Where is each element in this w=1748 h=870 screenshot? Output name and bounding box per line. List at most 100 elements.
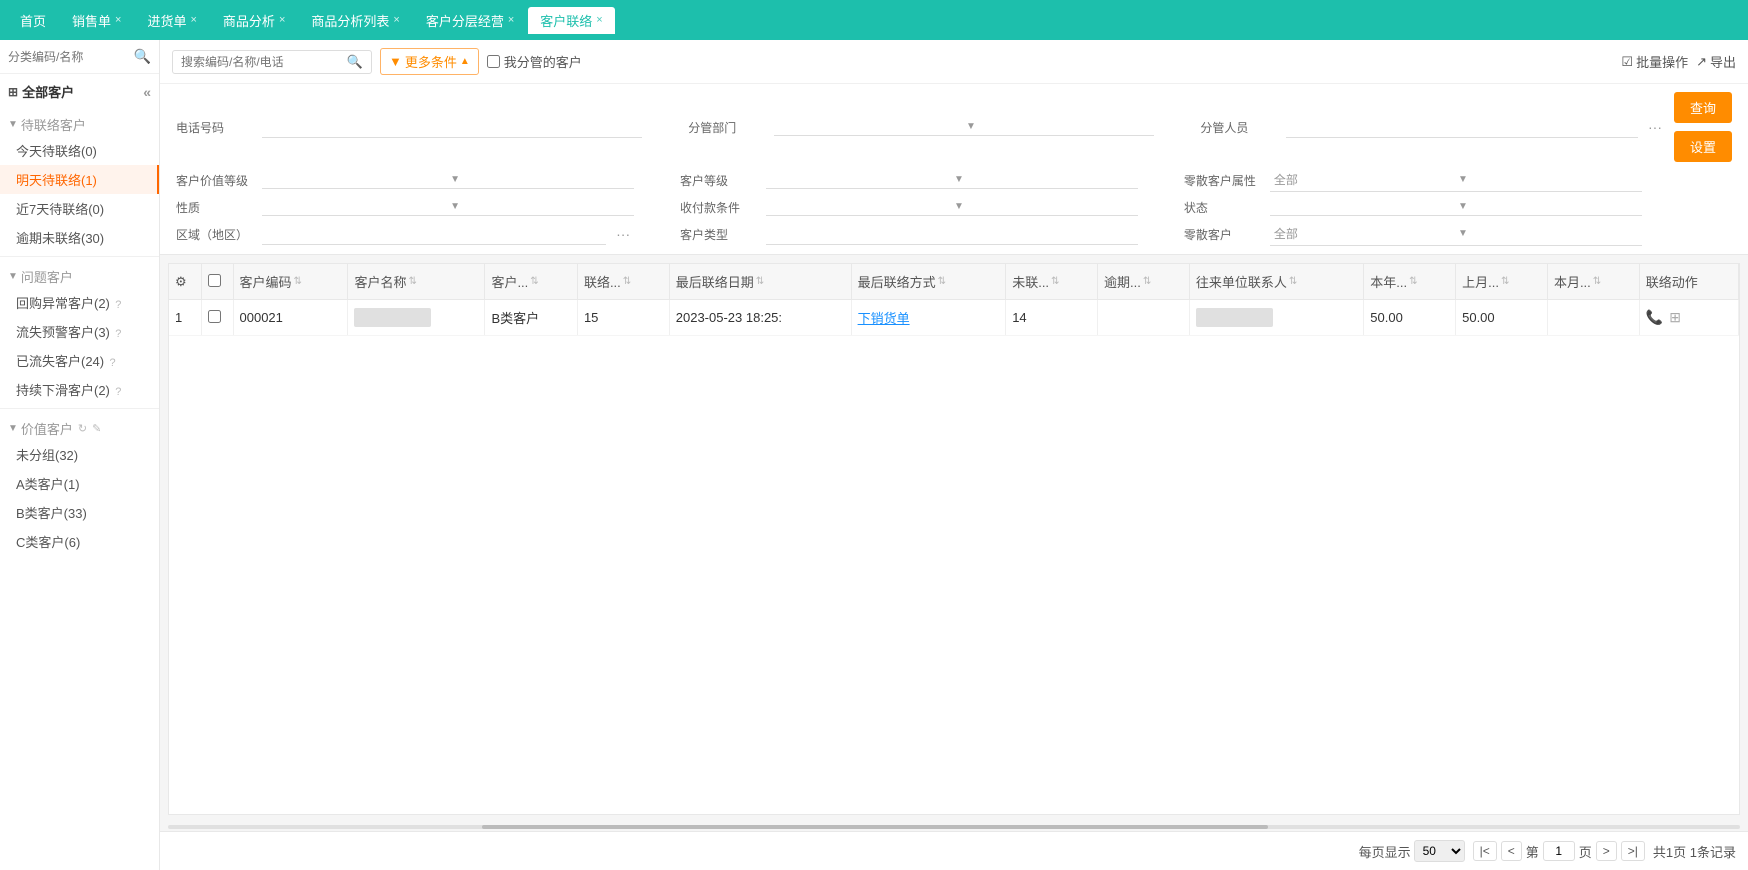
sidebar-item-already-lost[interactable]: 已流失客户(24) ? [0, 346, 159, 375]
close-customer-contact-icon[interactable]: × [596, 14, 602, 26]
pay-cond-chevron-icon: ▼ [954, 201, 1134, 212]
search-input[interactable] [181, 55, 343, 69]
sidebar-item-today-contact[interactable]: 今天待联络(0) [0, 136, 159, 165]
nav-purchase[interactable]: 进货单 × [135, 7, 208, 34]
table-footer: 每页显示 50 100 200 |< < 第 页 > >| 共1页 1条记录 [160, 831, 1748, 870]
close-goods-analysis-icon[interactable]: × [279, 14, 285, 26]
sort-last-contact-date[interactable]: 最后联络日期 ⇅ [676, 272, 764, 291]
sidebar-item-next7-contact[interactable]: 近7天待联络(0) [0, 194, 159, 223]
search-icon[interactable]: 🔍 [347, 54, 363, 70]
sort-date-icon: ⇅ [756, 276, 764, 287]
sort-contact-count[interactable]: 联络... ⇅ [584, 272, 631, 291]
all-customers-label: 全部客户 [22, 82, 74, 101]
sidebar: 🔍 ⊞ 全部客户 « ▼ 待联络客户 今天待联络(0) 明天待联络(1) 近7天… [0, 40, 160, 870]
value-level-chevron-icon: ▼ [450, 174, 630, 185]
td-overdue [1098, 300, 1190, 336]
nav-home[interactable]: 首页 [8, 7, 58, 34]
filter-panel: 电话号码 分管部门 ▼ 分管人员 ··· [160, 84, 1748, 255]
person-dots-icon[interactable]: ··· [1644, 119, 1666, 135]
status-select[interactable]: ▼ [1270, 198, 1642, 216]
action-icons: 📞 ⊞ [1646, 309, 1732, 326]
query-btn[interactable]: 查询 [1674, 92, 1732, 123]
my-customers-checkbox[interactable]: 我分管的客户 [487, 52, 582, 71]
row-checkbox[interactable] [208, 310, 221, 323]
pay-cond-select[interactable]: ▼ [766, 198, 1138, 216]
page-last-btn[interactable]: >| [1621, 841, 1645, 861]
gender-select[interactable]: ▼ [262, 198, 634, 216]
nav-goods-analysis-list[interactable]: 商品分析列表 × [299, 7, 411, 34]
filter-person-input[interactable] [1286, 117, 1638, 138]
close-purchase-icon[interactable]: × [190, 14, 196, 26]
collapse-icon[interactable]: « [143, 84, 151, 100]
page-number-input[interactable] [1543, 841, 1575, 861]
nav-goods-analysis[interactable]: 商品分析 × [211, 7, 297, 34]
sidebar-search-input[interactable] [8, 50, 130, 64]
sort-name[interactable]: 客户名称 ⇅ [354, 272, 416, 291]
sidebar-item-class-b[interactable]: B类客户(33) [0, 498, 159, 527]
nav-customer-tier[interactable]: 客户分层经营 × [414, 7, 526, 34]
sort-code[interactable]: 客户编码 ⇅ [240, 272, 302, 291]
sort-last-month[interactable]: 上月... ⇅ [1462, 272, 1509, 291]
filter-dept-select[interactable]: ▼ [774, 118, 1154, 136]
sidebar-item-lost-risk[interactable]: 流失预警客户(3) ? [0, 317, 159, 346]
batch-op-btn[interactable]: ☑ 批量操作 [1621, 52, 1688, 71]
region-dots-icon[interactable]: ··· [612, 226, 634, 242]
sidebar-item-tomorrow-contact[interactable]: 明天待联络(1) [0, 165, 159, 194]
horizontal-scrollbar [160, 823, 1748, 831]
sort-this-year[interactable]: 本年... ⇅ [1370, 272, 1417, 291]
sort-uncontacted-icon: ⇅ [1051, 276, 1059, 287]
reset-btn[interactable]: 设置 [1674, 131, 1732, 162]
level-chevron-icon: ▼ [954, 174, 1134, 185]
filter-dept: 分管部门 ▼ [688, 118, 1154, 136]
retail-attr-select[interactable]: 全部 ▼ [1270, 168, 1642, 192]
gear-icon[interactable]: ⚙ [175, 274, 187, 289]
close-goods-analysis-list-icon[interactable]: × [393, 14, 399, 26]
filter-row-3: 性质 ▼ 收付款条件 ▼ 状态 [176, 198, 1732, 216]
sort-year-icon: ⇅ [1409, 276, 1417, 287]
phone-action-icon[interactable]: 📞 [1646, 309, 1663, 326]
grid-action-icon[interactable]: ⊞ [1669, 309, 1681, 326]
sidebar-item-ungrouped[interactable]: 未分组(32) [0, 440, 159, 469]
th-action: 联络动作 [1639, 264, 1738, 300]
page-next-btn[interactable]: > [1596, 841, 1617, 861]
close-customer-tier-icon[interactable]: × [508, 14, 514, 26]
sidebar-item-class-a[interactable]: A类客户(1) [0, 469, 159, 498]
refresh-icon[interactable]: ↻ [78, 422, 87, 435]
page-prev-btn[interactable]: < [1501, 841, 1522, 861]
filter-region-input[interactable] [262, 224, 606, 245]
sidebar-item-overdue-contact[interactable]: 逾期未联络(30) [0, 223, 159, 252]
close-sales-icon[interactable]: × [115, 14, 121, 26]
customer-value-level-select[interactable]: ▼ [262, 171, 634, 189]
last-contact-method-link[interactable]: 下销货单 [858, 311, 910, 326]
export-btn[interactable]: ↗ 导出 [1696, 52, 1736, 71]
edit-icon[interactable]: ✎ [92, 422, 101, 435]
sort-overdue[interactable]: 逾期... ⇅ [1104, 272, 1151, 291]
my-customers-check-input[interactable] [487, 55, 500, 68]
help-icon-3: ? [109, 357, 115, 369]
sort-contact-person[interactable]: 往来单位联系人 ⇅ [1196, 272, 1297, 291]
filter-phone-input[interactable] [262, 117, 642, 138]
sort-customer-type[interactable]: 客户... ⇅ [491, 272, 538, 291]
sidebar-item-repeat-abnormal[interactable]: 回购异常客户(2) ? [0, 288, 159, 317]
filter-row-4: 区域（地区） ··· 客户类型 零散客户 全部 ▼ [176, 222, 1732, 246]
sidebar-item-class-c[interactable]: C类客户(6) [0, 527, 159, 556]
sort-uncontacted[interactable]: 未联... ⇅ [1012, 272, 1059, 291]
nav-customer-contact[interactable]: 客户联络 × [528, 7, 614, 34]
select-all-checkbox[interactable] [208, 274, 221, 287]
scrollbar-thumb[interactable] [482, 825, 1268, 829]
customer-level-select[interactable]: ▼ [766, 171, 1138, 189]
page-size-dropdown[interactable]: 50 100 200 [1414, 840, 1465, 862]
sidebar-item-continuous-down[interactable]: 持续下滑客户(2) ? [0, 375, 159, 404]
retail-customer-select[interactable]: 全部 ▼ [1270, 222, 1642, 246]
sort-this-month[interactable]: 本月... ⇅ [1554, 272, 1601, 291]
sort-person-icon: ⇅ [1289, 276, 1297, 287]
page-first-btn[interactable]: |< [1473, 841, 1497, 861]
nav-sales[interactable]: 销售单 × [60, 7, 133, 34]
filter-customer-type-input[interactable] [766, 224, 1138, 245]
sidebar-search-area: 🔍 [0, 40, 159, 74]
sort-last-contact-method[interactable]: 最后联络方式 ⇅ [858, 272, 946, 291]
td-name: ████ [348, 300, 485, 336]
more-conditions-btn[interactable]: ▼ 更多条件 ▲ [380, 48, 479, 75]
sidebar-all-customers[interactable]: ⊞ 全部客户 « [0, 74, 159, 109]
sidebar-search-icon[interactable]: 🔍 [134, 48, 151, 65]
